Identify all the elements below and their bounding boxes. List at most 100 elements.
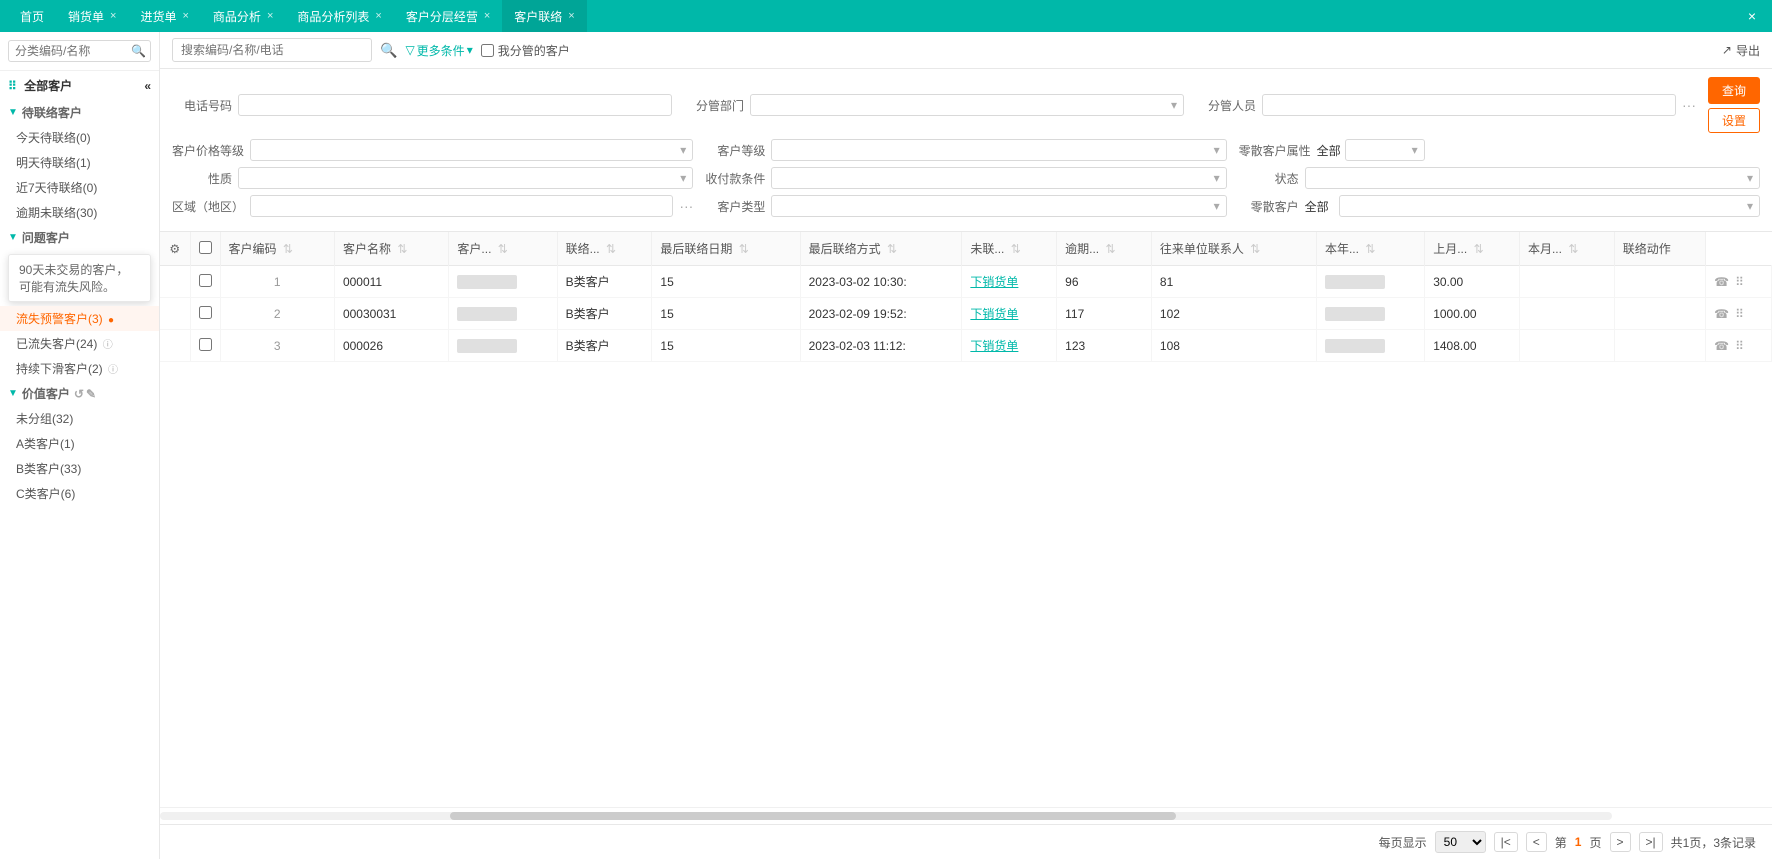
nav-item-home[interactable]: 首页 <box>8 0 56 32</box>
scrollbar-thumb[interactable] <box>450 812 1176 820</box>
sidebar-item-unclassified[interactable]: 未分组(32) <box>0 406 159 431</box>
more-action-icon-1[interactable]: ⠿ <box>1735 307 1744 321</box>
row-code-0[interactable]: 000011 <box>334 266 448 298</box>
sort-code-icon[interactable]: ⇅ <box>283 242 293 256</box>
sidebar-item-tomorrow-contact[interactable]: 明天待联络(1) <box>0 150 159 175</box>
customer-type-select[interactable]: ▾ <box>771 195 1226 217</box>
select-all-checkbox[interactable] <box>199 241 212 254</box>
contact-action-icon-0[interactable]: ☎ <box>1714 275 1729 289</box>
row-checkbox-2[interactable] <box>199 338 212 351</box>
pending-contact-group[interactable]: ▼ 待联络客户 <box>0 100 159 125</box>
sort-name-icon[interactable]: ⇅ <box>397 242 407 256</box>
nature-select[interactable]: ▾ <box>238 167 693 189</box>
price-level-select[interactable]: ▾ <box>250 139 693 161</box>
region-dots-button[interactable]: ··· <box>679 198 693 214</box>
filter-actions: 查询 设置 <box>1708 77 1760 133</box>
nav-item-goods-analysis[interactable]: 商品分析 × <box>201 0 285 32</box>
region-input[interactable] <box>250 195 673 217</box>
row-checkbox-1[interactable] <box>199 306 212 319</box>
sidebar-item-7days-contact[interactable]: 近7天待联络(0) <box>0 175 159 200</box>
sidebar-item-a-class[interactable]: A类客户(1) <box>0 431 159 456</box>
close-purchase-tab[interactable]: × <box>182 10 188 22</box>
contact-action-icon-1[interactable]: ☎ <box>1714 307 1729 321</box>
more-action-icon-0[interactable]: ⠿ <box>1735 275 1744 289</box>
my-customers-checkbox[interactable] <box>481 44 494 57</box>
sidebar-item-declining[interactable]: 持续下滑客户(2) ⓘ <box>0 356 159 381</box>
prev-page-button[interactable]: < <box>1526 832 1547 852</box>
sort-uncontact-icon[interactable]: ⇅ <box>1011 242 1021 256</box>
dept-select[interactable]: ▾ <box>750 94 1184 116</box>
nav-item-sales[interactable]: 销货单 × <box>56 0 128 32</box>
sort-this-year-icon[interactable]: ⇅ <box>1365 242 1375 256</box>
settings-column-header[interactable]: ⚙ <box>160 232 190 266</box>
sort-company-contact-icon[interactable]: ⇅ <box>1250 242 1260 256</box>
manager-input[interactable] <box>1262 94 1676 116</box>
first-page-button[interactable]: |< <box>1494 832 1518 852</box>
row-last-method-0[interactable]: 下销货单 <box>962 266 1057 298</box>
row-name-2 <box>449 330 557 362</box>
row-type-1: B类客户 <box>557 298 652 330</box>
sidebar-item-churned[interactable]: 已流失客户(24) ⓘ <box>0 331 159 356</box>
row-overdue-1: 102 <box>1151 298 1316 330</box>
sidebar-item-b-class[interactable]: B类客户(33) <box>0 456 159 481</box>
export-button[interactable]: ↗ 导出 <box>1722 42 1760 59</box>
query-button[interactable]: 查询 <box>1708 77 1760 104</box>
last-page-button[interactable]: >| <box>1639 832 1663 852</box>
sort-last-method-icon[interactable]: ⇅ <box>887 242 897 256</box>
row-last-method-1[interactable]: 下销货单 <box>962 298 1057 330</box>
data-table-container: ⚙ 客户编码 ⇅ 客户名称 ⇅ 客户... <box>160 232 1772 807</box>
nav-item-purchase[interactable]: 进货单 × <box>128 0 200 32</box>
scrollbar-track[interactable] <box>160 812 1612 820</box>
more-conditions-toggle[interactable]: ▽ 更多条件 ▾ <box>405 42 472 59</box>
sort-last-month-icon[interactable]: ⇅ <box>1474 242 1484 256</box>
sidebar-item-today-contact[interactable]: 今天待联络(0) <box>0 125 159 150</box>
sort-overdue-icon[interactable]: ⇅ <box>1106 242 1116 256</box>
more-action-icon-2[interactable]: ⠿ <box>1735 339 1744 353</box>
th-code: 客户编码 ⇅ <box>220 232 334 266</box>
payment-select[interactable]: ▾ <box>771 167 1226 189</box>
sidebar-search-input[interactable] <box>8 40 151 62</box>
refresh-icon[interactable]: ↺ <box>74 387 84 401</box>
sidebar-item-churn-warning[interactable]: 流失预警客户(3) ● <box>0 306 159 331</box>
sort-this-month-icon[interactable]: ⇅ <box>1568 242 1578 256</box>
filter-bar: 🔍 ▽ 更多条件 ▾ 我分管的客户 ↗ 导出 <box>160 32 1772 69</box>
customer-level-select[interactable]: ▾ <box>771 139 1226 161</box>
top-navigation: 首页 销货单 × 进货单 × 商品分析 × 商品分析列表 × 客户分层经营 × … <box>0 0 1772 32</box>
value-customer-group[interactable]: ▼ 价值客户 ↺ ✎ <box>0 381 159 406</box>
horizontal-scrollbar[interactable] <box>160 807 1772 824</box>
manager-dots-button[interactable]: ··· <box>1682 97 1696 113</box>
close-sales-tab[interactable]: × <box>110 10 116 22</box>
edit-icon[interactable]: ✎ <box>86 387 96 401</box>
close-goods-analysis-tab[interactable]: × <box>267 10 273 22</box>
close-goods-analysis-list-tab[interactable]: × <box>375 10 381 22</box>
row-action-0: ☎ ⠿ <box>1706 266 1772 298</box>
nav-item-goods-analysis-list[interactable]: 商品分析列表 × <box>285 0 393 32</box>
status-select[interactable]: ▾ <box>1305 167 1760 189</box>
row-code-2[interactable]: 000026 <box>334 330 448 362</box>
sort-type-icon[interactable]: ⇅ <box>498 242 508 256</box>
sidebar-item-c-class[interactable]: C类客户(6) <box>0 481 159 506</box>
row-last-method-2[interactable]: 下销货单 <box>962 330 1057 362</box>
close-customer-contact-tab[interactable]: × <box>568 10 574 22</box>
row-checkbox-0[interactable] <box>199 274 212 287</box>
sidebar-item-overdue-contact[interactable]: 逾期未联络(30) <box>0 200 159 225</box>
retail-customer-select[interactable]: ▾ <box>1339 195 1760 217</box>
contact-action-icon-2[interactable]: ☎ <box>1714 339 1729 353</box>
problem-customer-group[interactable]: ▼ 问题客户 <box>0 225 159 250</box>
nav-item-customer-tier[interactable]: 客户分层经营 × <box>394 0 502 32</box>
row-name-1 <box>449 298 557 330</box>
sort-contact-icon[interactable]: ⇅ <box>606 242 616 256</box>
nav-item-customer-contact[interactable]: 客户联络 × <box>502 0 586 32</box>
row-code-1[interactable]: 00030031 <box>334 298 448 330</box>
per-page-select[interactable]: 50 100 200 <box>1435 831 1486 853</box>
phone-input[interactable] <box>238 94 672 116</box>
filter-search-input[interactable] <box>172 38 372 62</box>
sort-last-date-icon[interactable]: ⇅ <box>739 242 749 256</box>
window-close-button[interactable]: × <box>1740 8 1764 24</box>
filter-search-button[interactable]: 🔍 <box>380 42 397 59</box>
next-page-button[interactable]: > <box>1610 832 1631 852</box>
close-customer-tier-tab[interactable]: × <box>484 10 490 22</box>
all-customers-section[interactable]: ⠿ 全部客户 « <box>0 71 159 100</box>
retail-attr-select[interactable]: ▾ <box>1345 139 1425 161</box>
settings-button[interactable]: 设置 <box>1708 108 1760 133</box>
